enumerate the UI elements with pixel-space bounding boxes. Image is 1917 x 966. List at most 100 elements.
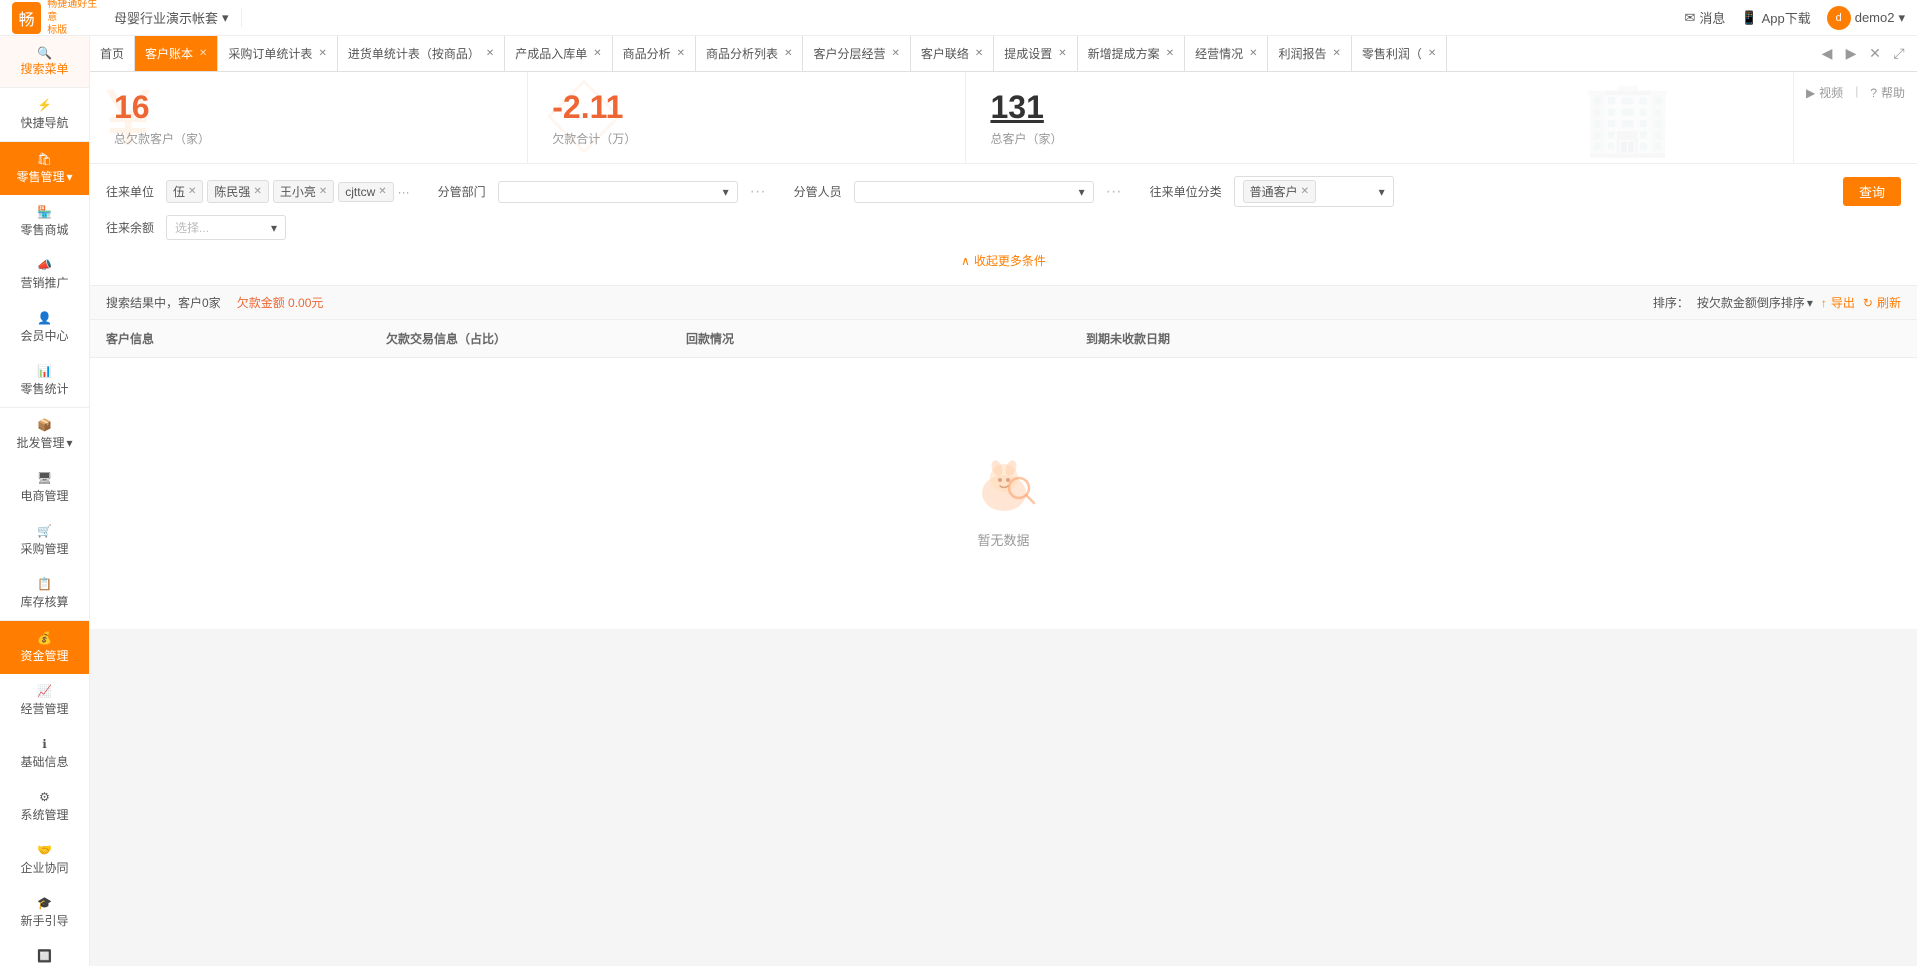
video-btn[interactable]: ▶ 视频 (1806, 84, 1843, 101)
filter-tag-cjttcw[interactable]: cjttcw ✕ (338, 182, 393, 202)
sidebar-item-电商管理[interactable]: 🖥 电商管理 (0, 461, 89, 514)
wholesale-icon: 📦 (37, 418, 52, 432)
sidebar-item-企业协同[interactable]: 🤝 企业协同 (0, 833, 89, 886)
dept-filter-dots[interactable]: ··· (750, 183, 766, 201)
tab-客户联络[interactable]: 客户联络 ✕ (911, 36, 994, 72)
person-select[interactable]: ▾ (854, 181, 1094, 203)
tab-零售利润[interactable]: 零售利润（ ✕ (1352, 36, 1447, 72)
sidebar-item-快捷导航[interactable]: ⚡ 快捷导航 (0, 88, 89, 141)
tab-close-客户账本[interactable]: ✕ (199, 48, 207, 59)
filter-tag-陈民强[interactable]: 陈民强 ✕ (207, 180, 268, 203)
export-btn[interactable]: ↑ 导出 (1821, 294, 1855, 311)
sidebar-item-新手引导[interactable]: 🎓 新手引导 (0, 886, 89, 939)
sidebar-item-会员中心[interactable]: 👤 会员中心 (0, 301, 89, 354)
message-btn[interactable]: ✉ 消息 (1684, 8, 1725, 27)
tab-close-零售利润[interactable]: ✕ (1428, 48, 1436, 59)
filter-more-btn[interactable]: ··· (398, 185, 410, 199)
username-label: demo2 (1855, 10, 1895, 25)
tab-提成设置[interactable]: 提成设置 ✕ (994, 36, 1077, 72)
tab-商品分析列表[interactable]: 商品分析列表 ✕ (696, 36, 803, 72)
tab-客户分层经营[interactable]: 客户分层经营 ✕ (803, 36, 910, 72)
tab-close-客户联络[interactable]: ✕ (975, 48, 983, 59)
sidebar-item-经营管理[interactable]: 📈 经营管理 (0, 674, 89, 727)
tab-利润报告[interactable]: 利润报告 ✕ (1268, 36, 1351, 72)
filter-tag-普通客户[interactable]: 普通客户 ✕ (1243, 180, 1316, 203)
tab-close-产成品[interactable]: ✕ (593, 48, 601, 59)
sidebar-search[interactable]: 🔍 搜索菜单 (0, 36, 89, 88)
tab-close-商品分析[interactable]: ✕ (677, 48, 685, 59)
refresh-btn[interactable]: ↻ 刷新 (1863, 294, 1901, 311)
tab-close-经营[interactable]: ✕ (1249, 48, 1257, 59)
tab-close-采购[interactable]: ✕ (318, 48, 326, 59)
tab-采购订单统计表[interactable]: 采购订单统计表 ✕ (218, 36, 337, 72)
help-icon: ? (1870, 86, 1877, 100)
sort-arrow-icon: ▾ (1807, 296, 1813, 310)
empty-text: 暂无数据 (977, 530, 1029, 549)
tab-close-利润[interactable]: ✕ (1333, 48, 1341, 59)
person-filter-dots[interactable]: ··· (1106, 183, 1122, 201)
tag-close-cjttcw[interactable]: ✕ (378, 186, 386, 197)
sidebar-item-应用中心[interactable]: 🔲 应用中心 (0, 939, 89, 966)
sidebar-item-资金管理[interactable]: 💰 资金管理 (0, 621, 89, 674)
tab-经营情况[interactable]: 经营情况 ✕ (1185, 36, 1268, 72)
dept-select[interactable]: ▾ (498, 181, 738, 203)
tab-首页[interactable]: 首页 (90, 36, 135, 72)
tag-close-伍[interactable]: ✕ (188, 186, 196, 197)
sidebar-item-零售统计[interactable]: 📊 零售统计 (0, 354, 89, 407)
balance-placeholder: 选择... (175, 219, 265, 236)
tab-进货单统计表[interactable]: 进货单统计表（按商品） ✕ (338, 36, 505, 72)
sidebar-item-采购管理[interactable]: 🛒 采购管理 (0, 514, 89, 567)
category-select[interactable]: 普通客户 ✕ ▾ (1234, 176, 1394, 207)
top-right-controls: ✉ 消息 📱 App下载 d demo2 ▾ (1684, 6, 1905, 30)
tab-close-商品分析列表[interactable]: ✕ (784, 48, 792, 59)
result-summary: 搜索结果中，客户0家 (106, 294, 221, 311)
tab-expand-btn[interactable]: ⤢ (1889, 44, 1909, 64)
app-download-btn[interactable]: 📱 App下载 (1741, 8, 1810, 27)
help-btn[interactable]: ? 帮助 (1870, 84, 1905, 101)
member-icon: 👤 (37, 311, 52, 325)
tab-close-新增提成[interactable]: ✕ (1166, 48, 1174, 59)
collapse-btn[interactable]: ∧ 收起更多条件 (106, 248, 1901, 273)
sort-value-text: 按欠款金额倒序排序 (1697, 294, 1805, 311)
filter-tag-王小亮[interactable]: 王小亮 ✕ (273, 180, 334, 203)
stat-label-debt: 欠款合计（万） (552, 130, 636, 147)
stat-value-total: 131 (990, 88, 1043, 126)
filter-area: 往来单位 伍 ✕ 陈民强 ✕ 王小亮 (90, 164, 1917, 286)
tag-close-王小亮[interactable]: ✕ (319, 186, 327, 197)
video-label: 视频 (1819, 84, 1843, 101)
tab-close-all-btn[interactable]: ✕ (1865, 44, 1885, 64)
chevron-icon: ▾ (66, 170, 72, 184)
user-menu[interactable]: d demo2 ▾ (1827, 6, 1905, 30)
tab-close-客户分层[interactable]: ✕ (891, 48, 899, 59)
search-btn[interactable]: 查询 (1843, 177, 1901, 206)
filter-tag-伍[interactable]: 伍 ✕ (166, 180, 203, 203)
sidebar-item-基础信息[interactable]: ℹ 基础信息 (0, 727, 89, 780)
tag-close-陈民强[interactable]: ✕ (253, 186, 261, 197)
sidebar-item-系统管理[interactable]: ⚙ 系统管理 (0, 780, 89, 833)
table-wrapper: 客户信息 欠款交易信息（占比） 回款情况 到期未收款日期 (90, 320, 1917, 629)
tab-close-进货[interactable]: ✕ (486, 48, 494, 59)
sort-value-btn[interactable]: 按欠款金额倒序排序 ▾ (1697, 294, 1813, 311)
tab-新增提成方案[interactable]: 新增提成方案 ✕ (1078, 36, 1185, 72)
category-select-arrow: ▾ (1379, 185, 1385, 199)
stats-icon: 📊 (37, 364, 52, 378)
sidebar-item-零售管理[interactable]: 🛍 零售管理 ▾ (0, 142, 89, 195)
empty-icon (964, 438, 1044, 518)
chevron-up-icon: ∧ (961, 254, 970, 268)
balance-select[interactable]: 选择... ▾ (166, 215, 286, 240)
sidebar-item-零售商城[interactable]: 🏪 零售商城 (0, 195, 89, 248)
tab-产成品入库单[interactable]: 产成品入库单 ✕ (505, 36, 612, 72)
tab-close-提成设置[interactable]: ✕ (1058, 48, 1066, 59)
system-selector[interactable]: 母婴行业演示帐套 ▾ (102, 8, 242, 27)
tab-prev-btn[interactable]: ◀ (1817, 44, 1837, 64)
sidebar-item-批发管理[interactable]: 📦 批发管理 ▾ (0, 408, 89, 461)
sidebar-item-库存核算[interactable]: 📋 库存核算 (0, 567, 89, 620)
tab-商品分析[interactable]: 商品分析 ✕ (613, 36, 696, 72)
no-data-illustration (964, 438, 1044, 518)
sidebar-item-营销推广[interactable]: 📣 营销推广 (0, 248, 89, 301)
tab-next-btn[interactable]: ▶ (1841, 44, 1861, 64)
message-label: 消息 (1699, 8, 1725, 27)
tag-close-普通客户[interactable]: ✕ (1301, 186, 1309, 197)
stat-label-customers: 总欠款客户（家） (114, 130, 210, 147)
tab-客户账本[interactable]: 客户账本 ✕ (135, 36, 218, 72)
